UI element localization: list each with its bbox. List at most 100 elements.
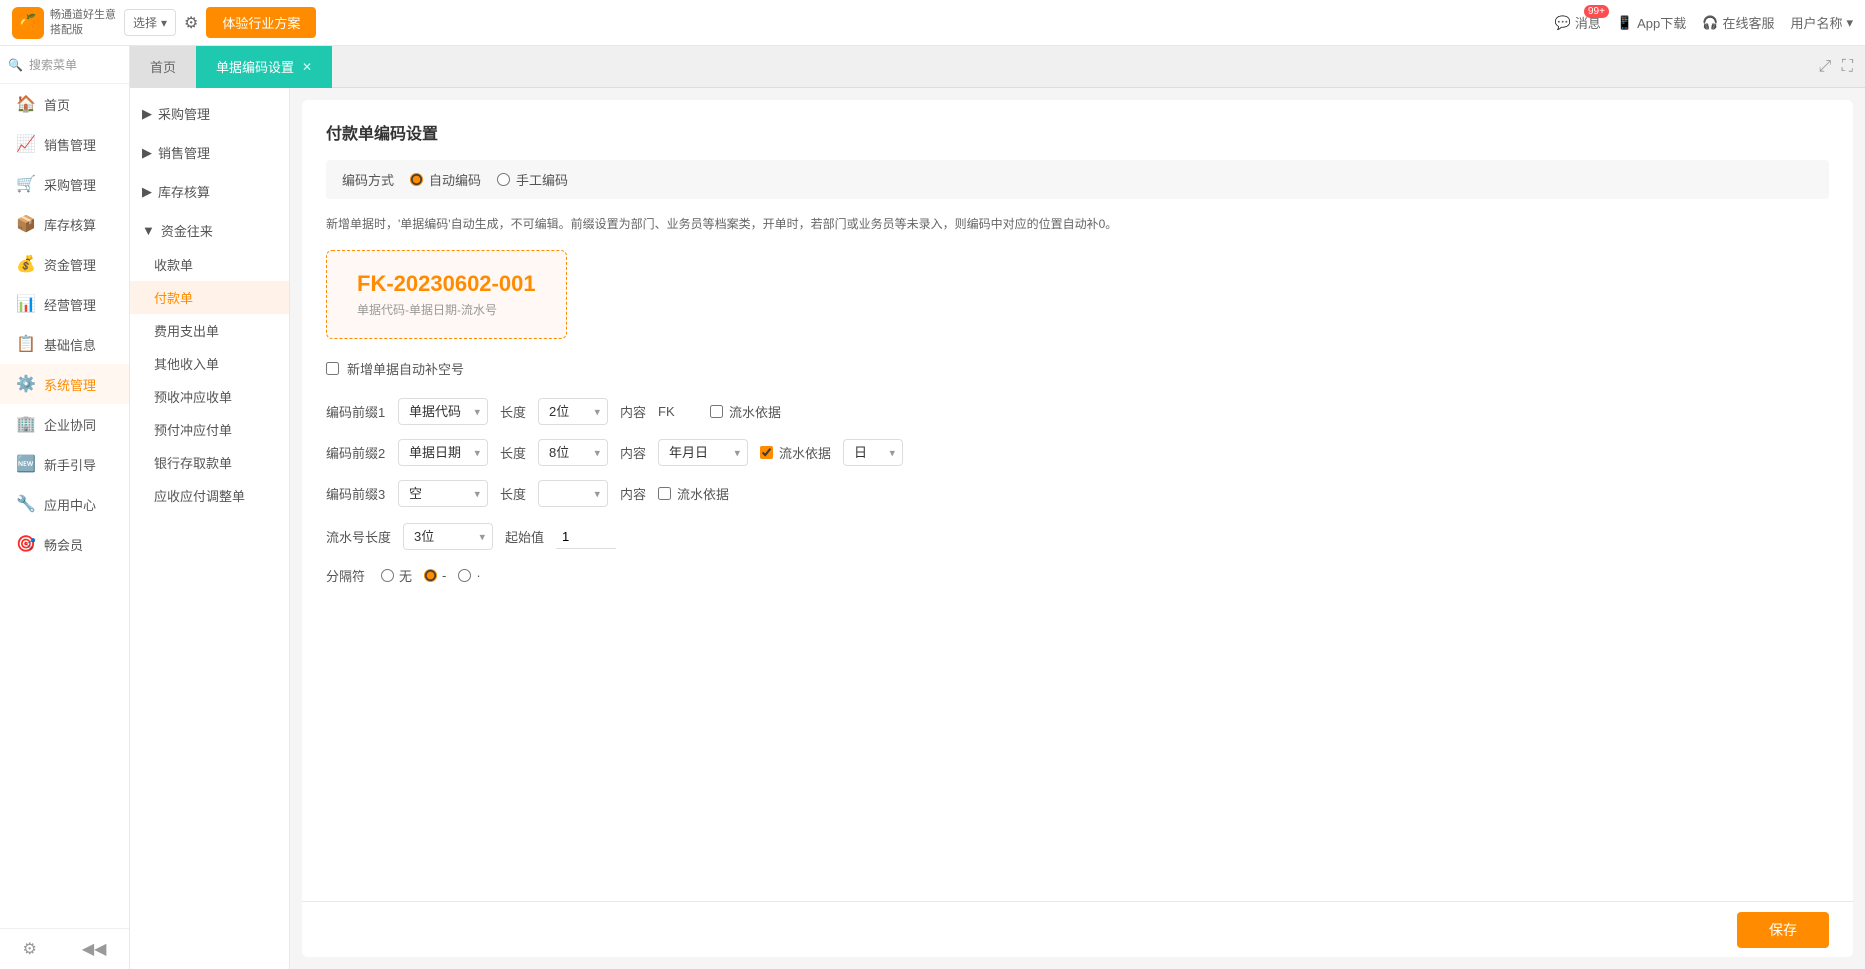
sidebar-item-finance[interactable]: 💰 资金管理 [0,244,129,284]
app-icon: 📱 [1617,15,1633,31]
sub-menu-sales: ▶ 销售管理 [130,135,289,170]
chevron-down-icon: ▾ [161,16,167,30]
enterprise-icon: 🏢 [16,414,36,434]
form-section: 编码前缀1 单据代码 长度 2位 内容 [326,398,1829,507]
tab-home[interactable]: 首页 [130,46,196,88]
page-title: 付款单编码设置 [326,120,1829,144]
tab-encoding[interactable]: 单据编码设置 ✕ [196,46,332,88]
service-icon: 🎧 [1702,15,1718,31]
sub-menu-item-bank[interactable]: 银行存取款单 [130,446,289,479]
purchase-icon: 🛒 [16,174,36,194]
stream1-checkbox[interactable] [710,405,723,418]
sub-menu-capital: ▼ 资金往来 收款单 付款单 费用支出单 其他收入单 预收冲应收单 预付冲应付单… [130,213,289,512]
sub-menu-item-other-income[interactable]: 其他收入单 [130,347,289,380]
search-icon: 🔍 [8,58,23,72]
sales-icon: 📈 [16,134,36,154]
sidebar-item-guide[interactable]: 🆕 新手引导 [0,444,129,484]
sidebar-bottom: ⚙ ◀◀ [0,928,129,969]
sidebar-item-home[interactable]: 🏠 首页 [0,84,129,124]
sub-sidebar: ▶ 采购管理 ▶ 销售管理 ▶ 库存核算 [130,88,290,969]
sub-menu-capital-header[interactable]: ▼ 资金往来 [130,213,289,248]
sep-dot-option[interactable]: · [458,568,480,583]
topbar-right: 💬 消息 99+ 📱 App下载 🎧 在线客服 用户名称 ▾ [1555,13,1853,32]
serial-length-wrapper: 3位 [403,523,493,550]
sub-menu-item-receivable-adjust[interactable]: 应收应付调整单 [130,479,289,512]
sep-none-option[interactable]: 无 [381,566,412,585]
length2-select[interactable]: 8位 [538,439,608,466]
code-preview-description: 单据代码-单据日期-流水号 [357,301,536,318]
search-menu-button[interactable]: 🔍 搜索菜单 [0,46,129,84]
sub-menu-item-receipt[interactable]: 收款单 [130,248,289,281]
sidebar-item-base[interactable]: 📋 基础信息 [0,324,129,364]
base-icon: 📋 [16,334,36,354]
sidebar-item-sales[interactable]: 📈 销售管理 [0,124,129,164]
sep-dash-option[interactable]: - [424,568,446,583]
content1-label: 内容 [620,402,646,421]
tab-bar: 首页 单据编码设置 ✕ ⤢ ⛶ [130,46,1865,88]
prefix2-select[interactable]: 单据日期 [398,439,488,466]
inner-layout: ▶ 采购管理 ▶ 销售管理 ▶ 库存核算 [130,88,1865,969]
encoding-radio-group: 自动编码 手工编码 [410,170,568,189]
home-icon: 🏠 [16,94,36,114]
auto-fill-checkbox[interactable] [326,362,339,375]
manual-encoding-option[interactable]: 手工编码 [497,170,568,189]
auto-fill-row: 新增单据自动补空号 [326,359,1829,378]
sidebar-item-inventory[interactable]: 📦 库存核算 [0,204,129,244]
sep-dash-radio[interactable] [424,569,437,582]
sidebar-item-enterprise[interactable]: 🏢 企业协同 [0,404,129,444]
user-menu[interactable]: 用户名称 ▾ [1790,13,1853,32]
length1-select[interactable]: 2位 [538,398,608,425]
sub-menu-item-prepay-collect[interactable]: 预收冲应收单 [130,380,289,413]
stream1-checkbox-label[interactable]: 流水依据 [710,402,781,421]
sep-dot-radio[interactable] [458,569,471,582]
stream2-checkbox-label[interactable]: 流水依据 [760,443,831,462]
tab-close-icon[interactable]: ✕ [302,60,312,74]
sidebar-item-purchase[interactable]: 🛒 采购管理 [0,164,129,204]
prefix3-label: 编码前缀3 [326,484,386,503]
stream2-period-select[interactable]: 日 [843,439,903,466]
manual-encoding-radio[interactable] [497,173,510,186]
sidebar-item-system[interactable]: ⚙️ 系统管理 [0,364,129,404]
sidebar-item-appstore[interactable]: 🔧 应用中心 [0,484,129,524]
prefix1-select[interactable]: 单据代码 [398,398,488,425]
collapse-icon[interactable]: ◀◀ [82,939,107,959]
length2-label: 长度 [500,443,526,462]
save-button[interactable]: 保存 [1737,912,1829,948]
stream2-checkbox[interactable] [760,446,773,459]
trial-button[interactable]: 体验行业方案 [206,7,316,38]
serial-length-select[interactable]: 3位 [403,523,493,550]
prefix1-row: 编码前缀1 单据代码 长度 2位 内容 [326,398,1829,425]
sub-menu-item-prepay-pay[interactable]: 预付冲应付单 [130,413,289,446]
app-download-button[interactable]: 📱 App下载 [1617,13,1686,32]
content2-select[interactable]: 年月日 [658,439,748,466]
main-panel: 付款单编码设置 编码方式 自动编码 手工编码 [302,100,1853,957]
stream3-checkbox[interactable] [658,487,671,500]
prefix3-select[interactable]: 空 [398,480,488,507]
settings-icon[interactable]: ⚙ [184,13,198,33]
sidebar-item-operation[interactable]: 📊 经营管理 [0,284,129,324]
tab-expand-button[interactable]: ⤢ ⛶ [1807,58,1865,76]
sidebar-item-member[interactable]: 🎯 畅会员 [0,524,129,564]
auto-encoding-radio[interactable] [410,173,423,186]
sub-menu-inventory-header[interactable]: ▶ 库存核算 [130,174,289,209]
workspace-dropdown[interactable]: 选择 ▾ [124,9,176,36]
stream3-checkbox-label[interactable]: 流水依据 [658,484,729,503]
home-tab-label: 首页 [150,57,176,76]
message-button[interactable]: 💬 消息 99+ [1555,13,1601,32]
auto-encoding-option[interactable]: 自动编码 [410,170,481,189]
sub-menu-item-expense[interactable]: 费用支出单 [130,314,289,347]
sub-menu-sales-header[interactable]: ▶ 销售管理 [130,135,289,170]
encoding-tab-label: 单据编码设置 [216,57,294,76]
chevron-right-icon: ▶ [142,184,152,200]
start-value-input[interactable]: 1 [556,525,616,549]
prefix1-select-wrapper: 单据代码 [398,398,488,425]
online-service-button[interactable]: 🎧 在线客服 [1702,13,1774,32]
content2-label: 内容 [620,443,646,462]
sep-none-radio[interactable] [381,569,394,582]
settings-bottom-icon[interactable]: ⚙ [23,939,37,959]
sub-menu-item-payment[interactable]: 付款单 [130,281,289,314]
topbar: 🍊 畅通道好生意 搭配版 选择 ▾ ⚙ 体验行业方案 💬 消息 99+ 📱 Ap… [0,0,1865,46]
appstore-icon: 🔧 [16,494,36,514]
sub-menu-purchase-header[interactable]: ▶ 采购管理 [130,96,289,131]
length3-select[interactable] [538,480,608,507]
